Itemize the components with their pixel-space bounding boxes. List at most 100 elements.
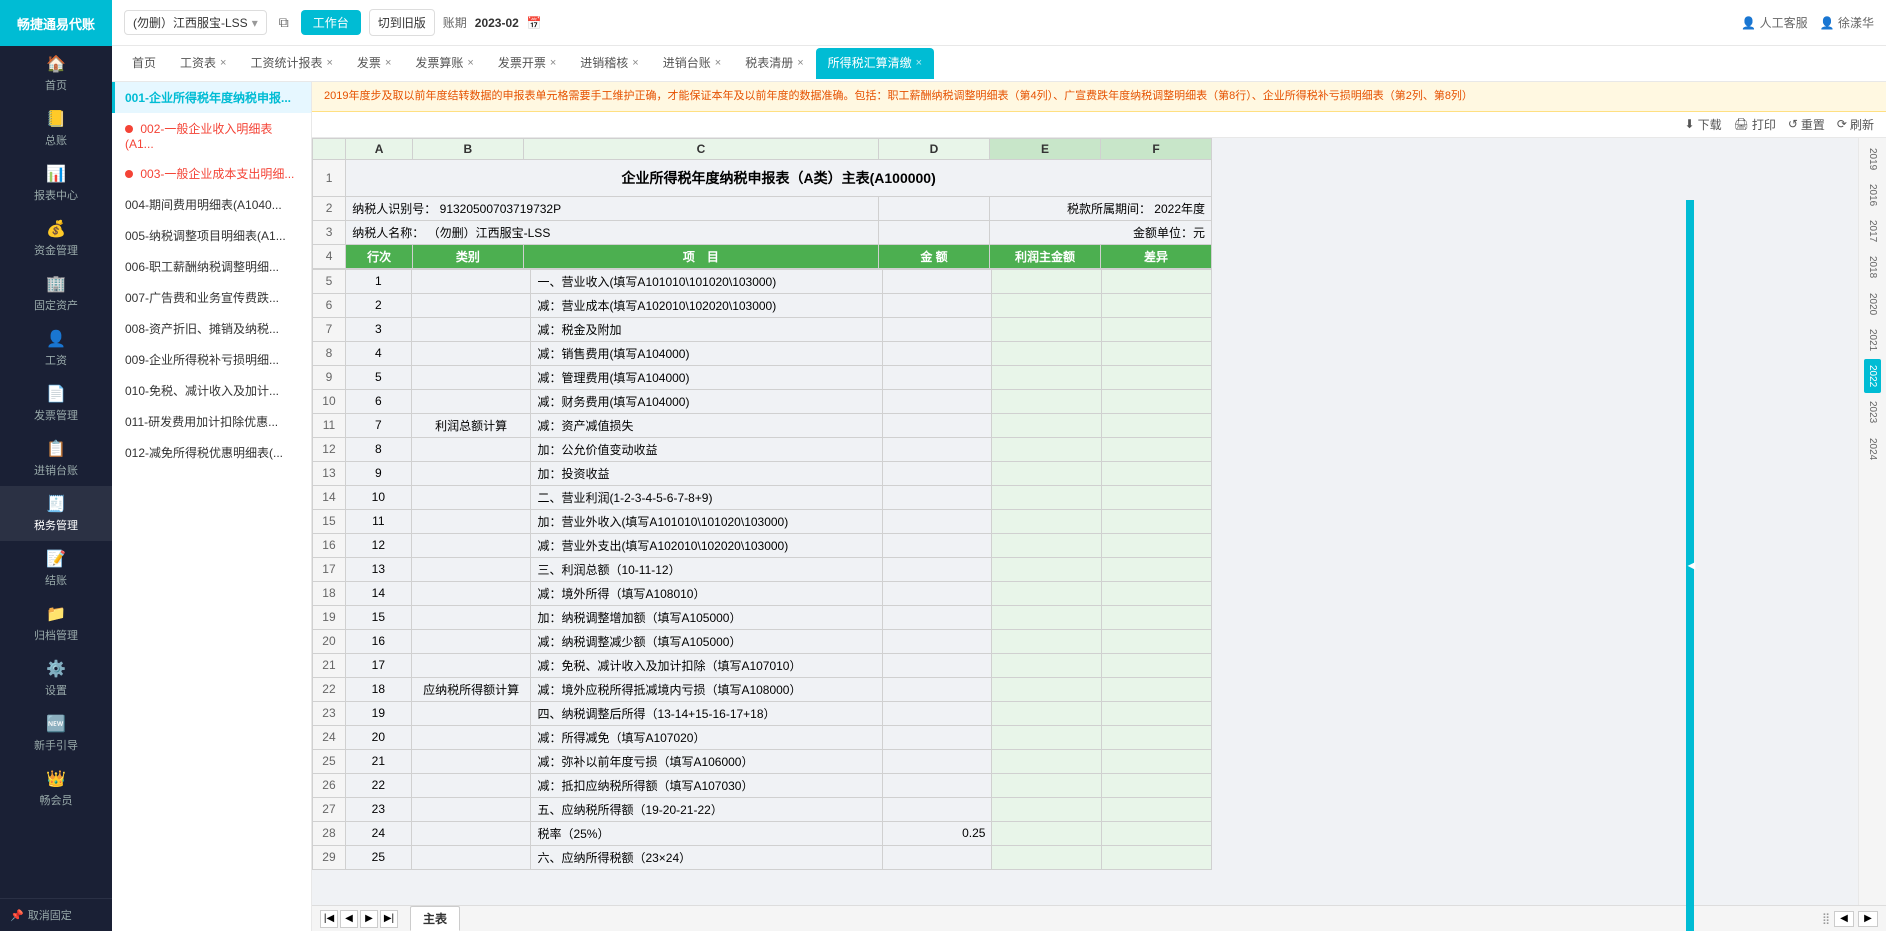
cell-row-num[interactable]: 13: [345, 557, 411, 581]
cell-profit[interactable]: [992, 773, 1102, 797]
cell-profit[interactable]: [992, 461, 1102, 485]
cell-diff[interactable]: [1102, 797, 1212, 821]
year-item-2024[interactable]: 2024: [1864, 432, 1881, 466]
cell-diff[interactable]: [1102, 389, 1212, 413]
year-item-2019[interactable]: 2019: [1864, 142, 1881, 176]
cell-amount[interactable]: [882, 533, 992, 557]
cell-amount[interactable]: [882, 677, 992, 701]
cell-profit[interactable]: [992, 845, 1102, 869]
cell-row-num[interactable]: 23: [345, 797, 411, 821]
cell-row-num[interactable]: 22: [345, 773, 411, 797]
cell-profit[interactable]: [992, 581, 1102, 605]
cell-diff[interactable]: [1102, 533, 1212, 557]
pin-button[interactable]: 📌 取消固定: [0, 899, 112, 931]
download-button[interactable]: ⬇ 下载: [1685, 116, 1722, 133]
cell-diff[interactable]: [1102, 293, 1212, 317]
left-menu-item-005[interactable]: 005-纳税调整项目明细表(A1...: [112, 220, 311, 251]
cell-amount[interactable]: [882, 413, 992, 437]
cell-item[interactable]: 减：营业成本(填写A102010\102020\103000): [531, 293, 882, 317]
sidebar-item-guide[interactable]: 🆕 新手引导: [0, 706, 112, 761]
cell-item[interactable]: 减：弥补以前年度亏损（填写A106000）: [531, 749, 882, 773]
cell-row-num[interactable]: 5: [345, 365, 411, 389]
left-menu-item-012[interactable]: 012-减免所得税优惠明细表(...: [112, 437, 311, 468]
workspace-button[interactable]: 工作台: [301, 10, 361, 35]
scroll-left[interactable]: ◀: [1834, 911, 1854, 927]
cell-diff[interactable]: [1102, 653, 1212, 677]
cell-profit[interactable]: [992, 293, 1102, 317]
cell-row-num[interactable]: 14: [345, 581, 411, 605]
left-menu-item-003[interactable]: 003-一般企业成本支出明细...: [112, 158, 311, 189]
sheet-nav-prev[interactable]: ◀: [340, 910, 358, 928]
sidebar-item-assets[interactable]: 🏢 固定资产: [0, 266, 112, 321]
cell-profit[interactable]: [992, 365, 1102, 389]
cell-diff[interactable]: [1102, 437, 1212, 461]
cell-item[interactable]: 减：财务费用(填写A104000): [531, 389, 882, 413]
sidebar-item-home[interactable]: 🏠 首页: [0, 46, 112, 101]
cell-row-num[interactable]: 16: [345, 629, 411, 653]
cell-amount[interactable]: [882, 269, 992, 293]
cell-row-num[interactable]: 15: [345, 605, 411, 629]
year-item-2017[interactable]: 2017: [1864, 214, 1881, 248]
user-info[interactable]: 👤 徐漾华: [1820, 14, 1874, 31]
cell-amount[interactable]: [882, 509, 992, 533]
left-menu-item-006[interactable]: 006-职工薪酬纳税调整明细...: [112, 251, 311, 282]
tab-tax-list[interactable]: 税表清册 ×: [733, 48, 815, 79]
cell-diff[interactable]: [1102, 605, 1212, 629]
cell-item[interactable]: 一、营业收入(填写A101010\101020\103000): [531, 269, 882, 293]
cell-profit[interactable]: [992, 605, 1102, 629]
cell-amount[interactable]: [882, 461, 992, 485]
cell-diff[interactable]: [1102, 701, 1212, 725]
tab-check[interactable]: 进销稽核 ×: [568, 48, 650, 79]
left-menu-item-001[interactable]: 001-企业所得税年度纳税申报...: [112, 82, 311, 113]
cell-amount[interactable]: [882, 749, 992, 773]
tab-salary[interactable]: 工资表 ×: [168, 48, 238, 79]
left-menu-item-004[interactable]: 004-期间费用明细表(A1040...: [112, 189, 311, 220]
cell-amount[interactable]: 0.25: [882, 821, 992, 845]
cell-amount[interactable]: [882, 845, 992, 869]
cell-row-num[interactable]: 17: [345, 653, 411, 677]
tab-income-tax[interactable]: 所得税汇算清缴 ×: [816, 48, 934, 79]
cell-row-num[interactable]: 6: [345, 389, 411, 413]
cell-profit[interactable]: [992, 653, 1102, 677]
cell-row-num[interactable]: 4: [345, 341, 411, 365]
sidebar-item-closing[interactable]: 📝 结账: [0, 541, 112, 596]
cell-row-num[interactable]: 18: [345, 677, 411, 701]
year-item-2022[interactable]: 2022: [1864, 359, 1881, 393]
cell-item[interactable]: 减：境外所得（填写A108010）: [531, 581, 882, 605]
tab-invoice-open-close[interactable]: ×: [550, 57, 556, 69]
cell-row-num[interactable]: 2: [345, 293, 411, 317]
year-item-2018[interactable]: 2018: [1864, 250, 1881, 284]
cell-item[interactable]: 四、纳税调整后所得（13-14+15-16-17+18）: [531, 701, 882, 725]
cell-profit[interactable]: [992, 725, 1102, 749]
cell-profit[interactable]: [992, 629, 1102, 653]
cell-row-num[interactable]: 21: [345, 749, 411, 773]
cell-profit[interactable]: [992, 557, 1102, 581]
cell-diff[interactable]: [1102, 509, 1212, 533]
cell-amount[interactable]: [882, 701, 992, 725]
cell-amount[interactable]: [882, 437, 992, 461]
sheet-nav-last[interactable]: ▶|: [380, 910, 398, 928]
cell-profit[interactable]: [992, 269, 1102, 293]
cell-item[interactable]: 减：资产减值损失: [531, 413, 882, 437]
cell-diff[interactable]: [1102, 773, 1212, 797]
left-menu-item-010[interactable]: 010-免税、减计收入及加计...: [112, 375, 311, 406]
cell-item[interactable]: 减：免税、减计收入及加计扣除（填写A107010）: [531, 653, 882, 677]
cell-profit[interactable]: [992, 317, 1102, 341]
sidebar-item-purchase-sales[interactable]: 📋 进销台账: [0, 431, 112, 486]
tab-invoice[interactable]: 发票 ×: [345, 48, 403, 79]
sidebar-item-tax[interactable]: 🧾 税务管理: [0, 486, 112, 541]
tab-salary-close[interactable]: ×: [220, 57, 226, 69]
cell-diff[interactable]: [1102, 317, 1212, 341]
cell-diff[interactable]: [1102, 845, 1212, 869]
cell-row-num[interactable]: 24: [345, 821, 411, 845]
cell-item[interactable]: 减：纳税调整减少额（填写A105000）: [531, 629, 882, 653]
cell-amount[interactable]: [882, 773, 992, 797]
cell-item[interactable]: 二、营业利润(1-2-3-4-5-6-7-8+9): [531, 485, 882, 509]
cell-item[interactable]: 减：销售费用(填写A104000): [531, 341, 882, 365]
cell-diff[interactable]: [1102, 677, 1212, 701]
year-item-2020[interactable]: 2020: [1864, 287, 1881, 321]
cell-diff[interactable]: [1102, 269, 1212, 293]
cell-row-num[interactable]: 9: [345, 461, 411, 485]
sidebar-item-invoice[interactable]: 📄 发票管理: [0, 376, 112, 431]
cell-amount[interactable]: [882, 557, 992, 581]
